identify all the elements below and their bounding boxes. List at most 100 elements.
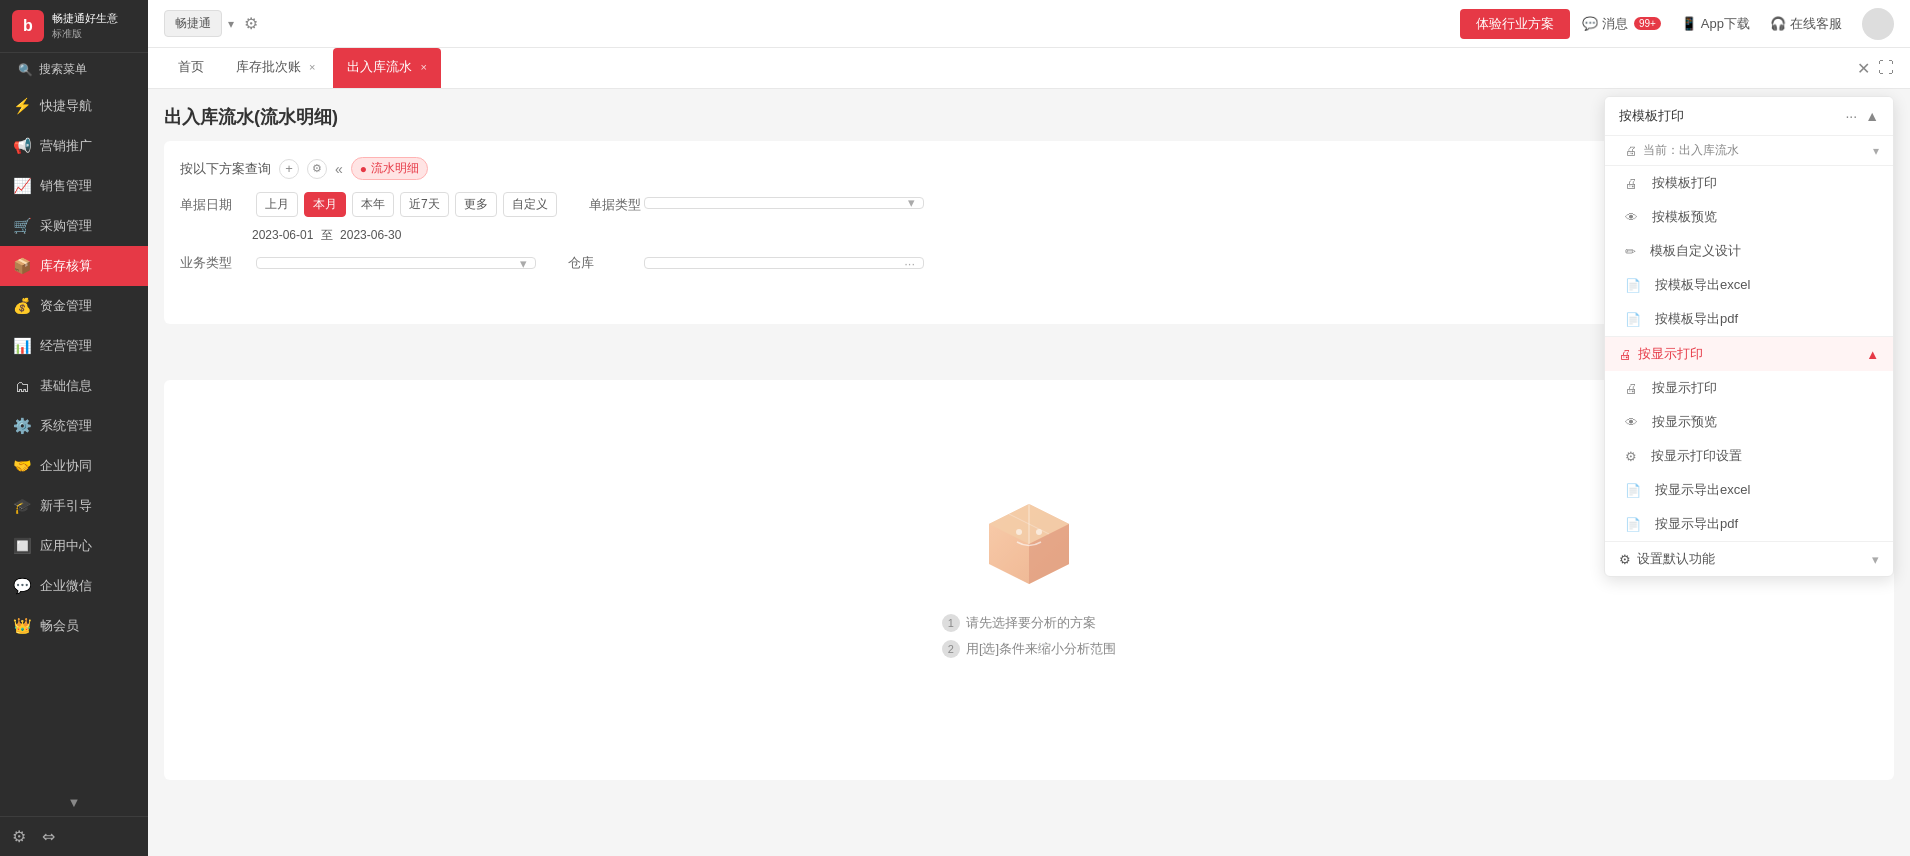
dropdown-header: 按模板打印 ··· ▲ (1605, 97, 1893, 136)
marketing-icon: 📢 (12, 136, 32, 156)
sidebar-item-sales[interactable]: 📈 销售管理 (0, 166, 148, 206)
online-service-action[interactable]: 🎧 在线客服 (1770, 15, 1842, 33)
collab-icon: 🤝 (12, 456, 32, 476)
quick-nav-icon: ⚡ (12, 96, 32, 116)
topbar-right: 💬 消息 99+ 📱 App下载 🎧 在线客服 (1582, 8, 1894, 40)
sidebar-item-inventory[interactable]: 📦 库存核算 (0, 246, 148, 286)
dropdown-item-display-preview[interactable]: 👁 按显示预览 (1605, 405, 1893, 439)
online-service-label: 在线客服 (1790, 15, 1842, 33)
sidebar-scroll-down[interactable]: ▼ (0, 789, 148, 816)
topbar-user-area: 畅捷通 ▾ ⚙ (164, 10, 1448, 37)
dropdown-item-display-pdf[interactable]: 📄 按显示导出pdf (1605, 507, 1893, 541)
filter-gear-btn[interactable]: ⚙ (307, 159, 327, 179)
date-btn-7days[interactable]: 近7天 (400, 192, 449, 217)
filter-collapse-btn[interactable]: « (335, 161, 343, 177)
display-settings-icon: ⚙ (1625, 449, 1637, 464)
tab-close-all-icon[interactable]: ✕ (1857, 59, 1870, 78)
sidebar-item-label: 库存核算 (40, 257, 92, 275)
dropdown-item-display-excel[interactable]: 📄 按显示导出excel (1605, 473, 1893, 507)
item-label: 按显示导出excel (1655, 481, 1750, 499)
sidebar-item-label: 应用中心 (40, 537, 92, 555)
sidebar-item-label: 企业微信 (40, 577, 92, 595)
date-btn-this-year[interactable]: 本年 (352, 192, 394, 217)
app-center-icon: 🔲 (12, 536, 32, 556)
tab-home-label: 首页 (178, 58, 204, 76)
message-action[interactable]: 💬 消息 99+ (1582, 15, 1661, 33)
tab-flow-close[interactable]: × (420, 61, 426, 73)
current-label: 当前：出入库流水 (1643, 142, 1739, 159)
dropdown-display-section[interactable]: 🖨 按显示打印 ▲ (1605, 336, 1893, 371)
empty-hint-2: 2 用[选]条件来缩小分析范围 (942, 640, 1116, 658)
empty-hint-1: 1 请先选择要分析的方案 (942, 614, 1116, 632)
dropdown-chevron-up-icon[interactable]: ▲ (1865, 108, 1879, 124)
sidebar-item-quick-nav[interactable]: ⚡ 快捷导航 (0, 86, 148, 126)
filter-tag: ● 流水明细 (351, 157, 428, 180)
sidebar-item-vip[interactable]: 👑 畅会员 (0, 606, 148, 646)
finance-icon: 💰 (12, 296, 32, 316)
user-dropdown-chevron[interactable]: ▾ (228, 17, 234, 31)
sidebar: b 畅捷通好生意 标准版 🔍 搜索菜单 ⚡ 快捷导航 📢 营销推广 📈 销售管理… (0, 0, 148, 856)
date-btn-more[interactable]: 更多 (455, 192, 497, 217)
dropdown-more-icon[interactable]: ··· (1845, 108, 1857, 124)
sidebar-item-collab[interactable]: 🤝 企业协同 (0, 446, 148, 486)
item-label: 按显示导出pdf (1655, 515, 1738, 533)
sidebar-bottom: ⚙ ⇔ (0, 816, 148, 856)
app-download-action[interactable]: 📱 App下载 (1681, 15, 1750, 33)
sidebar-item-onboarding[interactable]: 🎓 新手引导 (0, 486, 148, 526)
svg-point-6 (1036, 529, 1042, 535)
warehouse-select[interactable]: ··· (644, 257, 924, 269)
tab-flow[interactable]: 出入库流水 × (333, 48, 440, 88)
sidebar-item-purchase[interactable]: 🛒 采购管理 (0, 206, 148, 246)
dropdown-item-template-customize[interactable]: ✏ 模板自定义设计 (1605, 234, 1893, 268)
dropdown-header-icons: ··· ▲ (1845, 108, 1879, 124)
sidebar-item-app-center[interactable]: 🔲 应用中心 (0, 526, 148, 566)
trial-btn[interactable]: 体验行业方案 (1460, 9, 1570, 39)
customize-icon: ✏ (1625, 244, 1636, 259)
chevron-down-icon: ▾ (908, 195, 915, 210)
dropdown-footer[interactable]: ⚙ 设置默认功能 ▾ (1605, 541, 1893, 576)
dropdown-item-display-settings[interactable]: ⚙ 按显示打印设置 (1605, 439, 1893, 473)
sidebar-item-label: 系统管理 (40, 417, 92, 435)
sidebar-item-label: 新手引导 (40, 497, 92, 515)
search-icon: 🔍 (18, 63, 33, 77)
date-btn-custom[interactable]: 自定义 (503, 192, 557, 217)
sidebar-item-label: 资金管理 (40, 297, 92, 315)
online-service-icon: 🎧 (1770, 16, 1786, 31)
dropdown-item-template-preview[interactable]: 👁 按模板预览 (1605, 200, 1893, 234)
topbar-gear-icon[interactable]: ⚙ (244, 14, 258, 33)
doc-type-select[interactable]: ▾ (644, 197, 924, 209)
sidebar-item-system[interactable]: ⚙️ 系统管理 (0, 406, 148, 446)
sidebar-item-micro[interactable]: 💬 企业微信 (0, 566, 148, 606)
tab-batch-close[interactable]: × (309, 61, 315, 73)
tab-maximize-icon[interactable]: ⛶ (1878, 59, 1894, 77)
date-btn-last-month[interactable]: 上月 (256, 192, 298, 217)
dropdown-current-item[interactable]: 🖨 当前：出入库流水 ▾ (1605, 136, 1893, 166)
filter-tag-icon: ● (360, 162, 367, 176)
sidebar-item-marketing[interactable]: 📢 营销推广 (0, 126, 148, 166)
item-label: 按显示打印设置 (1651, 447, 1742, 465)
footer-chevron-icon: ▾ (1872, 552, 1879, 567)
item-label: 按模板导出excel (1655, 276, 1750, 294)
collapse-sidebar-icon[interactable]: ⇔ (42, 827, 55, 846)
date-label: 单据日期 (180, 196, 240, 214)
search-menu-item[interactable]: 🔍 搜索菜单 (0, 53, 148, 86)
preview-icon: 👁 (1625, 210, 1638, 225)
settings-bottom-icon[interactable]: ⚙ (12, 827, 26, 846)
tab-batch[interactable]: 库存批次账 × (222, 48, 329, 88)
sidebar-item-basics[interactable]: 🗂 基础信息 (0, 366, 148, 406)
biz-type-chevron-icon: ▾ (520, 256, 527, 271)
user-avatar[interactable] (1862, 8, 1894, 40)
dropdown-item-display-print[interactable]: 🖨 按显示打印 (1605, 371, 1893, 405)
biz-type-label: 业务类型 (180, 254, 240, 272)
tab-home[interactable]: 首页 (164, 48, 218, 88)
empty-state-icon (979, 494, 1079, 594)
filter-add-btn[interactable]: + (279, 159, 299, 179)
date-btn-this-month[interactable]: 本月 (304, 192, 346, 217)
sidebar-item-operations[interactable]: 📊 经营管理 (0, 326, 148, 366)
dropdown-item-template-pdf[interactable]: 📄 按模板导出pdf (1605, 302, 1893, 336)
biz-type-select[interactable]: ▾ (256, 257, 536, 269)
user-name-display[interactable]: 畅捷通 (164, 10, 222, 37)
dropdown-item-template-print[interactable]: 🖨 按模板打印 (1605, 166, 1893, 200)
sidebar-item-finance[interactable]: 💰 资金管理 (0, 286, 148, 326)
dropdown-item-template-excel[interactable]: 📄 按模板导出excel (1605, 268, 1893, 302)
